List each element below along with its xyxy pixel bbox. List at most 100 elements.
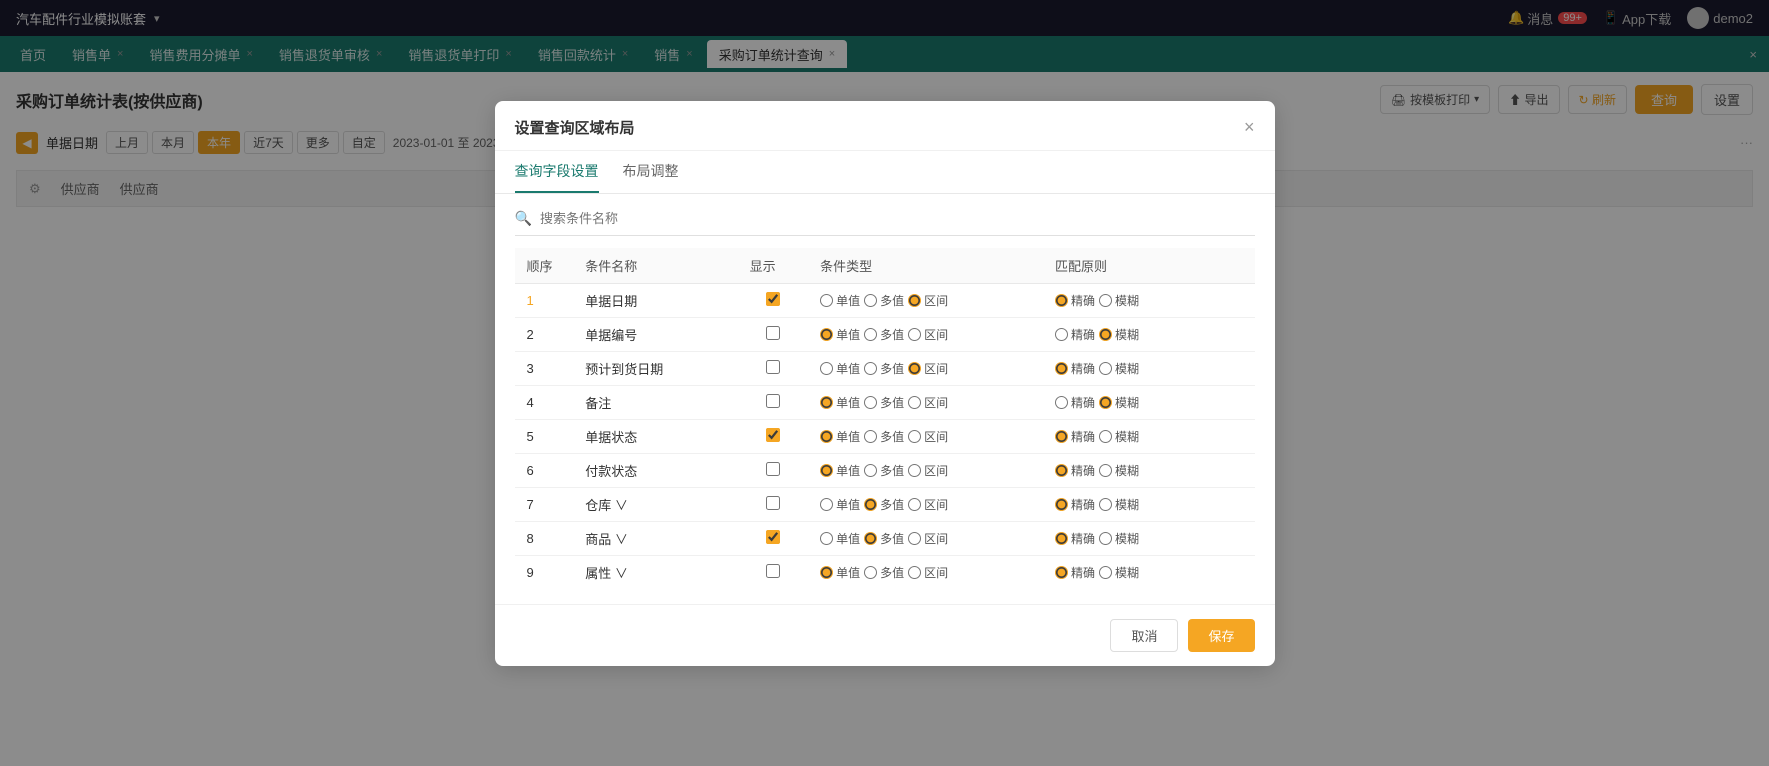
- type-radio-0[interactable]: [820, 430, 833, 443]
- type-radio-item-2[interactable]: 区间: [908, 360, 948, 377]
- type-radio-1[interactable]: [864, 498, 877, 511]
- type-radio-0[interactable]: [820, 396, 833, 409]
- rule-radio-0[interactable]: [1055, 430, 1068, 443]
- display-checkbox-2[interactable]: [766, 360, 780, 374]
- type-radio-item-1[interactable]: 多值: [864, 564, 904, 581]
- cancel-button[interactable]: 取消: [1110, 619, 1178, 652]
- type-radio-2[interactable]: [908, 464, 921, 477]
- type-radio-item-1[interactable]: 多值: [864, 360, 904, 377]
- display-checkbox-4[interactable]: [766, 428, 780, 442]
- type-radio-item-0[interactable]: 单值: [820, 360, 860, 377]
- rule-radio-1[interactable]: [1099, 294, 1112, 307]
- type-radio-item-0[interactable]: 单值: [820, 292, 860, 309]
- type-radio-2[interactable]: [908, 430, 921, 443]
- type-radio-2[interactable]: [908, 532, 921, 545]
- rule-radio-item-1[interactable]: 模糊: [1099, 496, 1139, 513]
- rule-radio-0[interactable]: [1055, 498, 1068, 511]
- type-radio-1[interactable]: [864, 566, 877, 579]
- type-radio-1[interactable]: [864, 464, 877, 477]
- type-radio-0[interactable]: [820, 532, 833, 545]
- dialog-overlay[interactable]: 设置查询区域布局 × 查询字段设置 布局调整 🔍: [0, 0, 1769, 766]
- type-radio-item-0[interactable]: 单值: [820, 394, 860, 411]
- rule-radio-1[interactable]: [1099, 430, 1112, 443]
- type-radio-0[interactable]: [820, 464, 833, 477]
- display-checkbox-7[interactable]: [766, 530, 780, 544]
- rule-radio-0[interactable]: [1055, 566, 1068, 579]
- save-button[interactable]: 保存: [1188, 619, 1254, 652]
- rule-radio-1[interactable]: [1099, 362, 1112, 375]
- type-radio-2[interactable]: [908, 328, 921, 341]
- rule-radio-item-0[interactable]: 精确: [1055, 462, 1095, 479]
- type-radio-item-1[interactable]: 多值: [864, 496, 904, 513]
- rule-radio-1[interactable]: [1099, 498, 1112, 511]
- rule-radio-0[interactable]: [1055, 328, 1068, 341]
- rule-radio-item-0[interactable]: 精确: [1055, 326, 1095, 343]
- display-checkbox-6[interactable]: [766, 496, 780, 510]
- rule-radio-0[interactable]: [1055, 362, 1068, 375]
- type-radio-item-2[interactable]: 区间: [908, 428, 948, 445]
- type-radio-0[interactable]: [820, 294, 833, 307]
- type-radio-item-1[interactable]: 多值: [864, 428, 904, 445]
- rule-radio-1[interactable]: [1099, 566, 1112, 579]
- type-radio-item-1[interactable]: 多值: [864, 292, 904, 309]
- type-radio-item-1[interactable]: 多值: [864, 530, 904, 547]
- type-radio-2[interactable]: [908, 566, 921, 579]
- type-radio-1[interactable]: [864, 396, 877, 409]
- type-radio-item-2[interactable]: 区间: [908, 564, 948, 581]
- rule-radio-item-1[interactable]: 模糊: [1099, 394, 1139, 411]
- type-radio-2[interactable]: [908, 294, 921, 307]
- rule-radio-item-0[interactable]: 精确: [1055, 360, 1095, 377]
- type-radio-item-0[interactable]: 单值: [820, 326, 860, 343]
- rule-radio-1[interactable]: [1099, 532, 1112, 545]
- type-radio-2[interactable]: [908, 396, 921, 409]
- rule-radio-item-1[interactable]: 模糊: [1099, 326, 1139, 343]
- dialog-tab-layout[interactable]: 布局调整: [623, 151, 679, 193]
- type-radio-item-2[interactable]: 区间: [908, 394, 948, 411]
- type-radio-item-1[interactable]: 多值: [864, 462, 904, 479]
- display-checkbox-1[interactable]: [766, 326, 780, 340]
- rule-radio-item-0[interactable]: 精确: [1055, 530, 1095, 547]
- rule-radio-item-0[interactable]: 精确: [1055, 564, 1095, 581]
- rule-radio-0[interactable]: [1055, 464, 1068, 477]
- type-radio-item-1[interactable]: 多值: [864, 326, 904, 343]
- rule-radio-1[interactable]: [1099, 396, 1112, 409]
- type-radio-item-0[interactable]: 单值: [820, 496, 860, 513]
- type-radio-1[interactable]: [864, 294, 877, 307]
- rule-radio-0[interactable]: [1055, 532, 1068, 545]
- rule-radio-item-0[interactable]: 精确: [1055, 292, 1095, 309]
- type-radio-item-0[interactable]: 单值: [820, 564, 860, 581]
- display-checkbox-8[interactable]: [766, 564, 780, 578]
- type-radio-2[interactable]: [908, 498, 921, 511]
- type-radio-item-1[interactable]: 多值: [864, 394, 904, 411]
- dialog-tab-query-fields[interactable]: 查询字段设置: [515, 151, 599, 193]
- type-radio-item-0[interactable]: 单值: [820, 530, 860, 547]
- rule-radio-item-1[interactable]: 模糊: [1099, 428, 1139, 445]
- display-checkbox-0[interactable]: [766, 292, 780, 306]
- type-radio-1[interactable]: [864, 328, 877, 341]
- type-radio-0[interactable]: [820, 566, 833, 579]
- type-radio-item-0[interactable]: 单值: [820, 428, 860, 445]
- rule-radio-item-1[interactable]: 模糊: [1099, 462, 1139, 479]
- type-radio-item-2[interactable]: 区间: [908, 326, 948, 343]
- type-radio-item-2[interactable]: 区间: [908, 292, 948, 309]
- type-radio-0[interactable]: [820, 328, 833, 341]
- type-radio-1[interactable]: [864, 532, 877, 545]
- rule-radio-item-1[interactable]: 模糊: [1099, 360, 1139, 377]
- rule-radio-item-1[interactable]: 模糊: [1099, 292, 1139, 309]
- type-radio-2[interactable]: [908, 362, 921, 375]
- type-radio-0[interactable]: [820, 498, 833, 511]
- rule-radio-1[interactable]: [1099, 328, 1112, 341]
- rule-radio-0[interactable]: [1055, 294, 1068, 307]
- type-radio-1[interactable]: [864, 362, 877, 375]
- rule-radio-item-1[interactable]: 模糊: [1099, 530, 1139, 547]
- display-checkbox-3[interactable]: [766, 394, 780, 408]
- type-radio-item-2[interactable]: 区间: [908, 530, 948, 547]
- rule-radio-item-1[interactable]: 模糊: [1099, 564, 1139, 581]
- dialog-close-button[interactable]: ×: [1244, 118, 1255, 136]
- search-input[interactable]: [540, 211, 1255, 226]
- display-checkbox-5[interactable]: [766, 462, 780, 476]
- type-radio-0[interactable]: [820, 362, 833, 375]
- type-radio-item-2[interactable]: 区间: [908, 496, 948, 513]
- type-radio-1[interactable]: [864, 430, 877, 443]
- rule-radio-0[interactable]: [1055, 396, 1068, 409]
